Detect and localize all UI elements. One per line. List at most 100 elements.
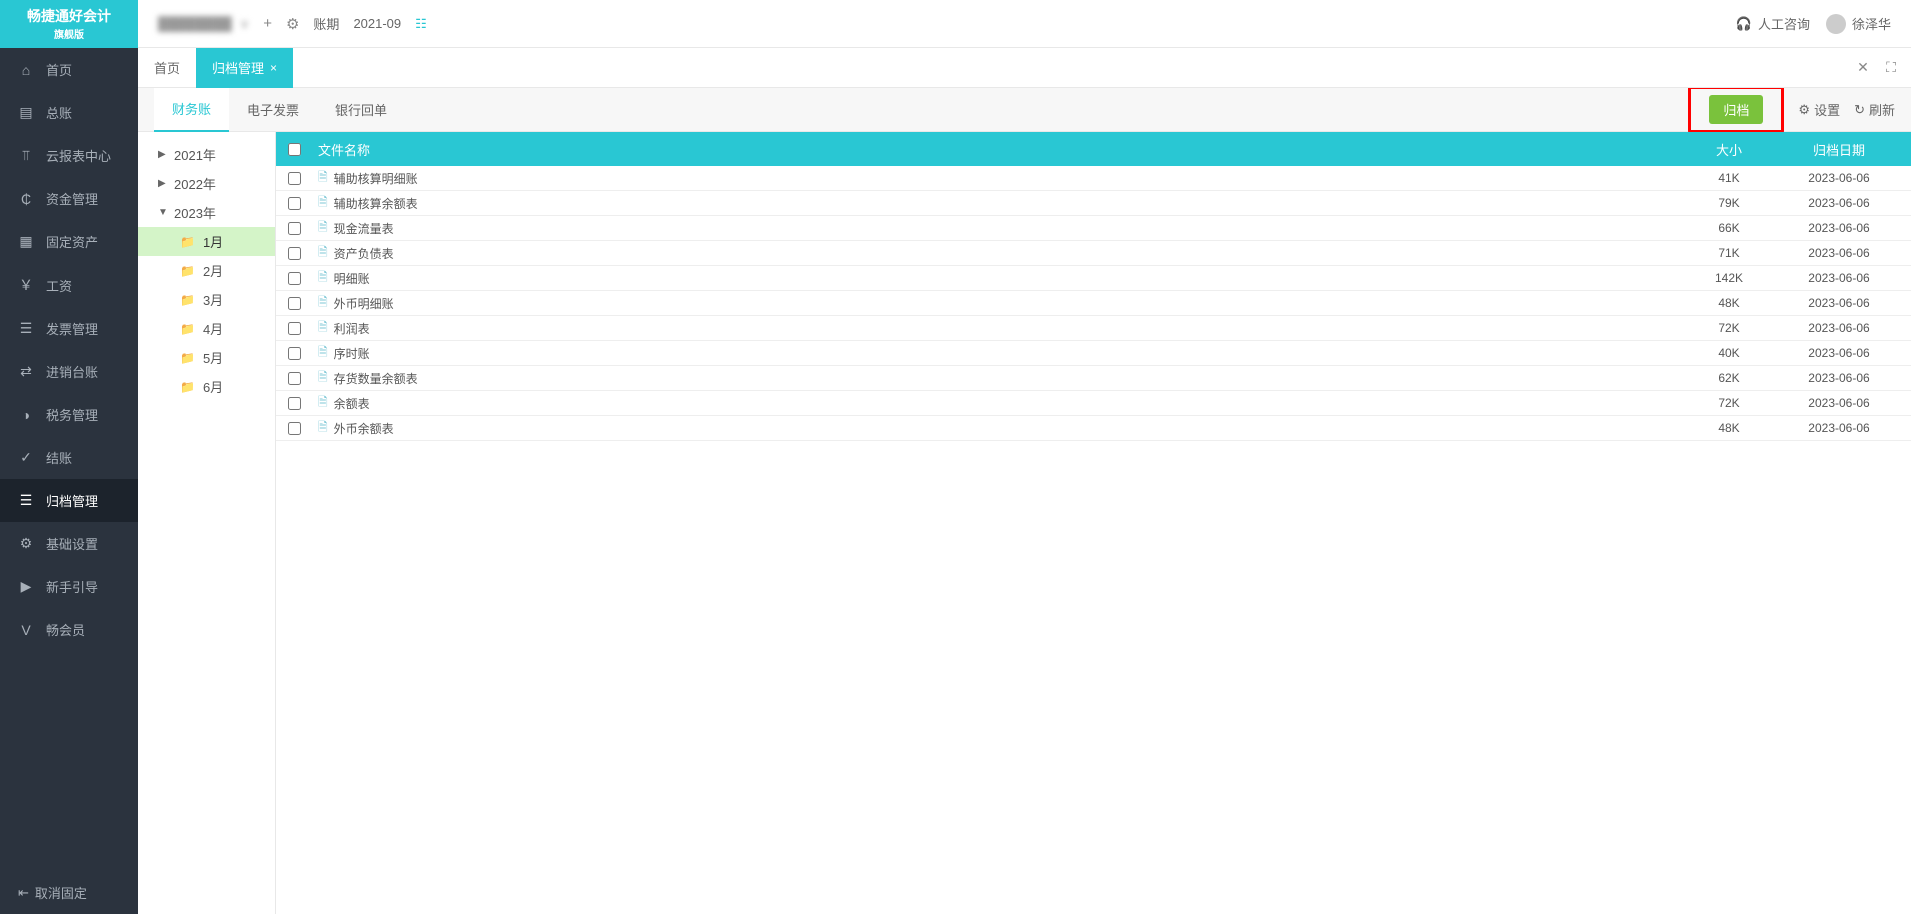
row-checkbox[interactable] <box>288 422 301 435</box>
tree-month-node[interactable]: 📁2月 <box>138 256 275 285</box>
main-content: 首页归档管理 × ✕ ⛶ 财务账电子发票银行回单 归档 ⚙ 设置 ↻ 刷新 <box>138 48 1911 914</box>
sidebar-item[interactable]: ⚙基础设置 <box>0 522 138 565</box>
tree-month-node[interactable]: 📁1月 <box>138 227 275 256</box>
sidebar-item[interactable]: ￥工资 <box>0 263 138 307</box>
sidebar-unpin[interactable]: ⇤ 取消固定 <box>0 871 138 914</box>
sub-tab[interactable]: 电子发票 <box>229 88 317 132</box>
row-checkbox[interactable] <box>288 222 301 235</box>
settings-button[interactable]: ⚙ 设置 <box>1798 100 1840 119</box>
tree-year-node[interactable]: ▶2021年 <box>138 140 275 169</box>
table-row[interactable]: 🗎外币余额表 48K 2023-06-06 <box>276 416 1911 441</box>
period-value[interactable]: 2021-09 <box>353 16 401 31</box>
tree-month-node[interactable]: 📁3月 <box>138 285 275 314</box>
file-name: 利润表 <box>334 320 370 337</box>
close-icon[interactable]: ✕ <box>1851 56 1875 80</box>
settings-label: 设置 <box>1814 100 1840 119</box>
table-row[interactable]: 🗎辅助核算明细账 41K 2023-06-06 <box>276 166 1911 191</box>
logo[interactable]: 畅捷通好会计 旗舰版 <box>0 0 138 48</box>
sidebar-item[interactable]: ◑税务管理 <box>0 393 138 436</box>
table-row[interactable]: 🗎存货数量余额表 62K 2023-06-06 <box>276 366 1911 391</box>
tree-month-node[interactable]: 📁5月 <box>138 343 275 372</box>
table-row[interactable]: 🗎利润表 72K 2023-06-06 <box>276 316 1911 341</box>
file-name: 外币余额表 <box>334 420 394 437</box>
sub-tab[interactable]: 财务账 <box>154 88 229 132</box>
sidebar-item[interactable]: ₵资金管理 <box>0 177 138 220</box>
row-checkbox[interactable] <box>288 297 301 310</box>
sidebar-item[interactable]: ▦ 固定资产 <box>0 220 138 263</box>
month-label: 6月 <box>203 377 223 396</box>
fullscreen-icon[interactable]: ⛶ <box>1879 56 1903 80</box>
user-menu[interactable]: 徐泽华 <box>1826 14 1891 34</box>
sidebar-icon: ▦ <box>18 233 34 250</box>
tree-month-node[interactable]: 📁4月 <box>138 314 275 343</box>
sidebar-item[interactable]: ▤总账 <box>0 91 138 134</box>
row-checkbox[interactable] <box>288 397 301 410</box>
table-row[interactable]: 🗎资产负债表 71K 2023-06-06 <box>276 241 1911 266</box>
file-date: 2023-06-06 <box>1779 371 1899 385</box>
sub-tab[interactable]: 银行回单 <box>317 88 405 132</box>
tab-label: 归档管理 <box>212 58 264 77</box>
table-row[interactable]: 🗎现金流量表 66K 2023-06-06 <box>276 216 1911 241</box>
row-checkbox[interactable] <box>288 197 301 210</box>
sidebar-item[interactable]: ⇄进销台账 <box>0 350 138 393</box>
period-label: 账期 <box>313 14 339 33</box>
sidebar-label: 基础设置 <box>46 534 98 553</box>
company-selector[interactable]: ████████ ∨ <box>158 16 249 32</box>
tab[interactable]: 首页 <box>138 48 196 88</box>
sidebar-item[interactable]: ☰归档管理 <box>0 479 138 522</box>
tree-year-node[interactable]: ▼2023年 <box>138 198 275 227</box>
headset-icon: 🎧 <box>1736 16 1752 32</box>
consult-button[interactable]: 🎧 人工咨询 <box>1736 14 1810 33</box>
sidebar-icon: ₵ <box>18 191 34 207</box>
sidebar-item[interactable]: ▶新手引导 <box>0 565 138 608</box>
tree-year-node[interactable]: ▶2022年 <box>138 169 275 198</box>
sidebar-label: 固定资产 <box>46 232 98 251</box>
sidebar-label: 归档管理 <box>46 491 98 510</box>
sidebar-icon: ⌂ <box>18 62 34 78</box>
select-all-checkbox[interactable] <box>288 143 301 156</box>
file-size: 48K <box>1679 296 1779 310</box>
sidebar-icon: ◑ <box>18 407 34 423</box>
sidebar-item[interactable]: ⫪云报表中心 <box>0 134 138 177</box>
archive-button[interactable]: 归档 <box>1709 95 1763 124</box>
sidebar-label: 结账 <box>46 448 72 467</box>
file-size: 62K <box>1679 371 1779 385</box>
file-size: 142K <box>1679 271 1779 285</box>
gear-icon[interactable]: ⚙ <box>286 15 299 33</box>
arrow-icon: ▶ <box>158 149 168 160</box>
table-row[interactable]: 🗎余额表 72K 2023-06-06 <box>276 391 1911 416</box>
table-row[interactable]: 🗎明细账 142K 2023-06-06 <box>276 266 1911 291</box>
table-row[interactable]: 🗎序时账 40K 2023-06-06 <box>276 341 1911 366</box>
file-name: 存货数量余额表 <box>334 370 418 387</box>
file-date: 2023-06-06 <box>1779 296 1899 310</box>
file-icon: 🗎 <box>318 318 328 339</box>
file-size: 71K <box>1679 246 1779 260</box>
file-name: 外币明细账 <box>334 295 394 312</box>
file-date: 2023-06-06 <box>1779 421 1899 435</box>
arrow-icon: ▼ <box>158 207 168 218</box>
table-row[interactable]: 🗎辅助核算余额表 79K 2023-06-06 <box>276 191 1911 216</box>
sidebar-icon: ▶ <box>18 578 34 595</box>
calendar-icon[interactable]: ☷ <box>415 16 427 32</box>
sidebar-icon: ⫪ <box>18 147 34 164</box>
sidebar-item[interactable]: ☰发票管理 <box>0 307 138 350</box>
plus-icon[interactable]: + <box>263 15 272 32</box>
refresh-button[interactable]: ↻ 刷新 <box>1854 100 1895 119</box>
tree-month-node[interactable]: 📁6月 <box>138 372 275 401</box>
tab-close-icon[interactable]: × <box>270 61 277 75</box>
year-tree: ▶2021年▶2022年▼2023年📁1月📁2月📁3月📁4月📁5月📁6月 <box>138 132 276 914</box>
row-checkbox[interactable] <box>288 322 301 335</box>
table-row[interactable]: 🗎外币明细账 48K 2023-06-06 <box>276 291 1911 316</box>
sidebar-icon: ￥ <box>18 275 34 295</box>
sidebar-item[interactable]: V畅会员 <box>0 608 138 651</box>
header-left: ████████ ∨ + ⚙ 账期 2021-09 ☷ <box>138 14 427 33</box>
sidebar-item[interactable]: ✓结账 <box>0 436 138 479</box>
row-checkbox[interactable] <box>288 372 301 385</box>
row-checkbox[interactable] <box>288 172 301 185</box>
row-checkbox[interactable] <box>288 347 301 360</box>
tab[interactable]: 归档管理 × <box>196 48 293 88</box>
month-label: 3月 <box>203 290 223 309</box>
row-checkbox[interactable] <box>288 247 301 260</box>
sidebar-item[interactable]: ⌂首页 <box>0 48 138 91</box>
row-checkbox[interactable] <box>288 272 301 285</box>
